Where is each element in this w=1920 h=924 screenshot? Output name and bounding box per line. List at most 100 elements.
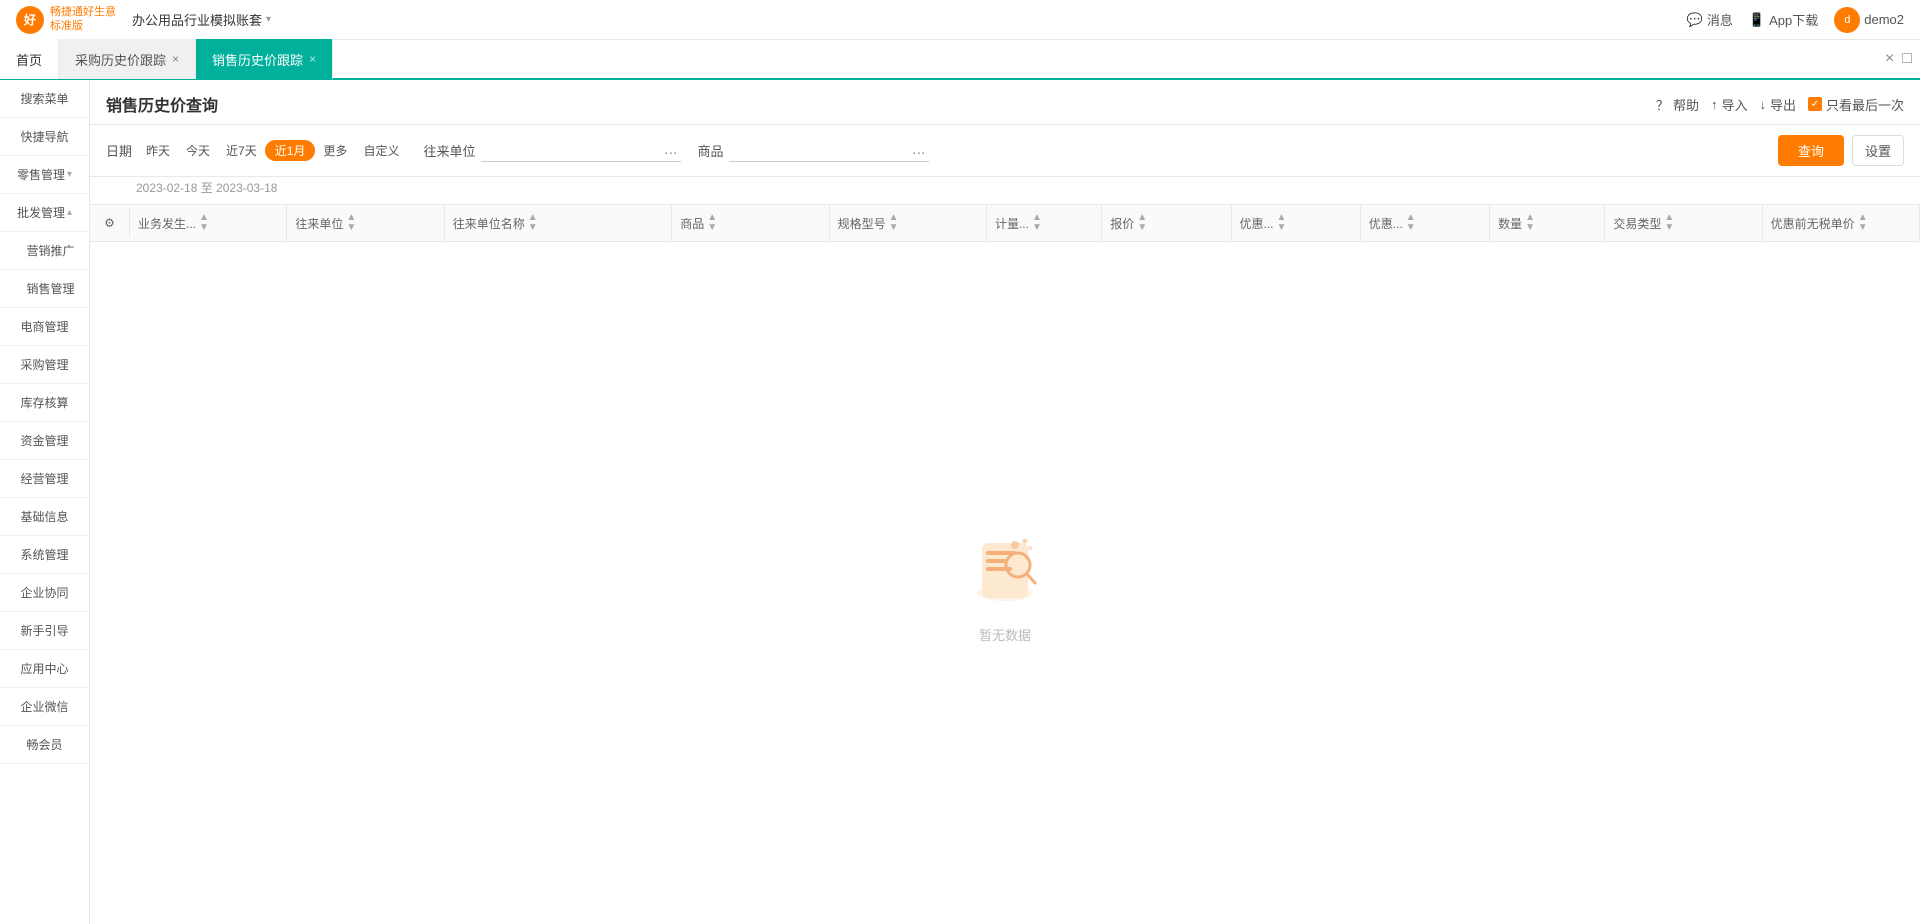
sidebar-item-wholesale[interactable]: 批发管理 ▴ [0, 194, 89, 232]
tab-bar: 首页 采购历史价跟踪 × 销售历史价跟踪 × × □ [0, 40, 1920, 80]
date-filter-label: 日期 [106, 141, 132, 160]
th-partner[interactable]: 往来单位 ▲▼ [287, 205, 444, 241]
th-trade-type[interactable]: 交易类型 ▲▼ [1605, 205, 1762, 241]
partner-filter-group: 往来单位 ... [423, 139, 681, 162]
date-today-btn[interactable]: 今天 [178, 140, 218, 161]
th-business[interactable]: 业务发生... ▲▼ [130, 205, 287, 241]
import-btn[interactable]: ↑ 导入 [1711, 95, 1748, 114]
username: demo2 [1864, 12, 1904, 27]
empty-text: 暂无数据 [979, 625, 1031, 644]
partner-input-dots[interactable]: ... [664, 141, 677, 159]
filter-bar: 日期 昨天 今天 近7天 近1月 更多 自定义 往来单位 ... 商品 [90, 125, 1920, 177]
sidebar-item-finance[interactable]: 资金管理 [0, 422, 89, 460]
query-btn[interactable]: 查询 [1778, 135, 1844, 166]
export-btn[interactable]: ↓ 导出 [1759, 95, 1796, 114]
sidebar-item-purchase[interactable]: 采购管理 [0, 346, 89, 384]
partner-input-wrap: ... [481, 139, 681, 162]
partner-input[interactable] [485, 143, 664, 158]
sidebar-basic-label: 基础信息 [20, 508, 68, 525]
th-spec[interactable]: 规格型号 ▲▼ [830, 205, 987, 241]
sidebar-item-sales[interactable]: 销售管理 [0, 270, 89, 308]
date-range-text: 2023-02-18 至 2023-03-18 [136, 181, 277, 195]
only-last-checkbox[interactable]: ✓ [1808, 97, 1822, 111]
th-unit-label: 计量... [995, 215, 1029, 232]
avatar: d [1834, 7, 1860, 33]
th-spec-label: 规格型号 [838, 215, 886, 232]
sidebar-item-basic[interactable]: 基础信息 [0, 498, 89, 536]
main-layout: 搜索菜单 快捷导航 零售管理 ▾ 批发管理 ▴ 营销推广 销售管理 电商管理 采… [0, 80, 1920, 924]
settings-btn[interactable]: 设置 [1852, 135, 1904, 166]
sidebar-ecommerce-label: 电商管理 [20, 318, 68, 335]
sidebar-item-marketing[interactable]: 营销推广 [0, 232, 89, 270]
product-filter-group: 商品 ... [697, 139, 929, 162]
logo-icon: 好 [16, 6, 44, 34]
sidebar-item-ecommerce[interactable]: 电商管理 [0, 308, 89, 346]
sidebar-retail-label: 零售管理 [17, 166, 65, 183]
product-input-dots[interactable]: ... [912, 141, 925, 159]
th-qty[interactable]: 数量 ▲▼ [1490, 205, 1605, 241]
sidebar-inventory-label: 库存核算 [20, 394, 68, 411]
tab-sales-history[interactable]: 销售历史价跟踪 × [196, 39, 333, 79]
sidebar-item-quicknav[interactable]: 快捷导航 [0, 118, 89, 156]
close-icon[interactable]: × [172, 52, 179, 66]
sort-icon: ▲▼ [707, 213, 717, 233]
message-icon: 💬 [1687, 12, 1703, 28]
date-yesterday-btn[interactable]: 昨天 [138, 140, 178, 161]
th-discount2-label: 优惠... [1369, 215, 1403, 232]
sort-icon: ▲▼ [889, 213, 899, 233]
sidebar-item-inventory[interactable]: 库存核算 [0, 384, 89, 422]
sidebar-item-member[interactable]: 畅会员 [0, 726, 89, 764]
date-more-btn[interactable]: 更多 [315, 140, 355, 161]
tab-bar-actions: × □ [1885, 50, 1920, 68]
help-btn[interactable]: ？ 帮助 [1656, 95, 1699, 114]
import-icon: ↑ [1711, 97, 1718, 112]
import-label: 导入 [1721, 95, 1747, 114]
date-custom-btn[interactable]: 自定义 [355, 140, 407, 161]
close-all-tabs-btn[interactable]: × [1885, 50, 1894, 68]
sidebar-marketing-label: 营销推广 [26, 242, 74, 259]
tab-home[interactable]: 首页 [0, 39, 59, 79]
date-7days-btn[interactable]: 近7天 [218, 140, 265, 161]
message-btn[interactable]: 💬 消息 [1687, 10, 1733, 29]
sort-icon: ▲▼ [1032, 213, 1042, 233]
sidebar-system-label: 系统管理 [20, 546, 68, 563]
th-partner-name[interactable]: 往来单位名称 ▲▼ [445, 205, 673, 241]
th-discount2[interactable]: 优惠... ▲▼ [1361, 205, 1490, 241]
tab-purchase-history[interactable]: 采购历史价跟踪 × [59, 39, 196, 79]
date-filter-group: 日期 昨天 今天 近7天 近1月 更多 自定义 [106, 140, 407, 161]
sidebar-item-collab[interactable]: 企业协同 [0, 574, 89, 612]
only-last-wrap[interactable]: ✓ 只看最后一次 [1808, 95, 1904, 114]
sidebar-item-guide[interactable]: 新手引导 [0, 612, 89, 650]
sidebar-item-wechat[interactable]: 企业微信 [0, 688, 89, 726]
th-price[interactable]: 报价 ▲▼ [1102, 205, 1231, 241]
app-download-btn[interactable]: 📱 App下载 [1749, 10, 1818, 29]
th-gear[interactable]: ⚙ [90, 208, 130, 238]
sidebar-item-appstore[interactable]: 应用中心 [0, 650, 89, 688]
sidebar-search-label: 搜索菜单 [20, 90, 68, 107]
sidebar-item-operations[interactable]: 经营管理 [0, 460, 89, 498]
th-partner-label: 往来单位 [295, 215, 343, 232]
sort-icon: ▲▼ [1277, 213, 1287, 233]
page-header-actions: ？ 帮助 ↑ 导入 ↓ 导出 ✓ 只看最后一次 [1656, 95, 1904, 114]
close-icon[interactable]: × [309, 52, 316, 66]
table-area: ⚙ 业务发生... ▲▼ 往来单位 ▲▼ 往来单位名称 ▲▼ 商品 ▲▼ [90, 205, 1920, 924]
sidebar-item-search[interactable]: 搜索菜单 [0, 80, 89, 118]
app-selector[interactable]: 办公用品行业模拟账套 ▾ [124, 6, 279, 33]
page-title: 销售历史价查询 [106, 92, 218, 116]
logo-text: 畅捷通好生意 标准版 [50, 6, 116, 32]
help-label: 帮助 [1673, 95, 1699, 114]
th-discount1[interactable]: 优惠... ▲▼ [1232, 205, 1361, 241]
user-menu[interactable]: d demo2 [1834, 7, 1904, 33]
sidebar-item-retail[interactable]: 零售管理 ▾ [0, 156, 89, 194]
th-tax-price[interactable]: 优惠前无税单价 ▲▼ [1763, 205, 1920, 241]
sidebar-operations-label: 经营管理 [20, 470, 68, 487]
th-partner-name-label: 往来单位名称 [453, 215, 525, 232]
product-input[interactable] [733, 143, 912, 158]
date-1month-btn[interactable]: 近1月 [265, 140, 316, 161]
maximize-btn[interactable]: □ [1902, 50, 1912, 68]
th-product[interactable]: 商品 ▲▼ [672, 205, 829, 241]
app-download-label: App下载 [1769, 10, 1818, 29]
date-range-display: 2023-02-18 至 2023-03-18 [90, 177, 1920, 205]
sidebar-item-system[interactable]: 系统管理 [0, 536, 89, 574]
th-unit[interactable]: 计量... ▲▼ [987, 205, 1102, 241]
